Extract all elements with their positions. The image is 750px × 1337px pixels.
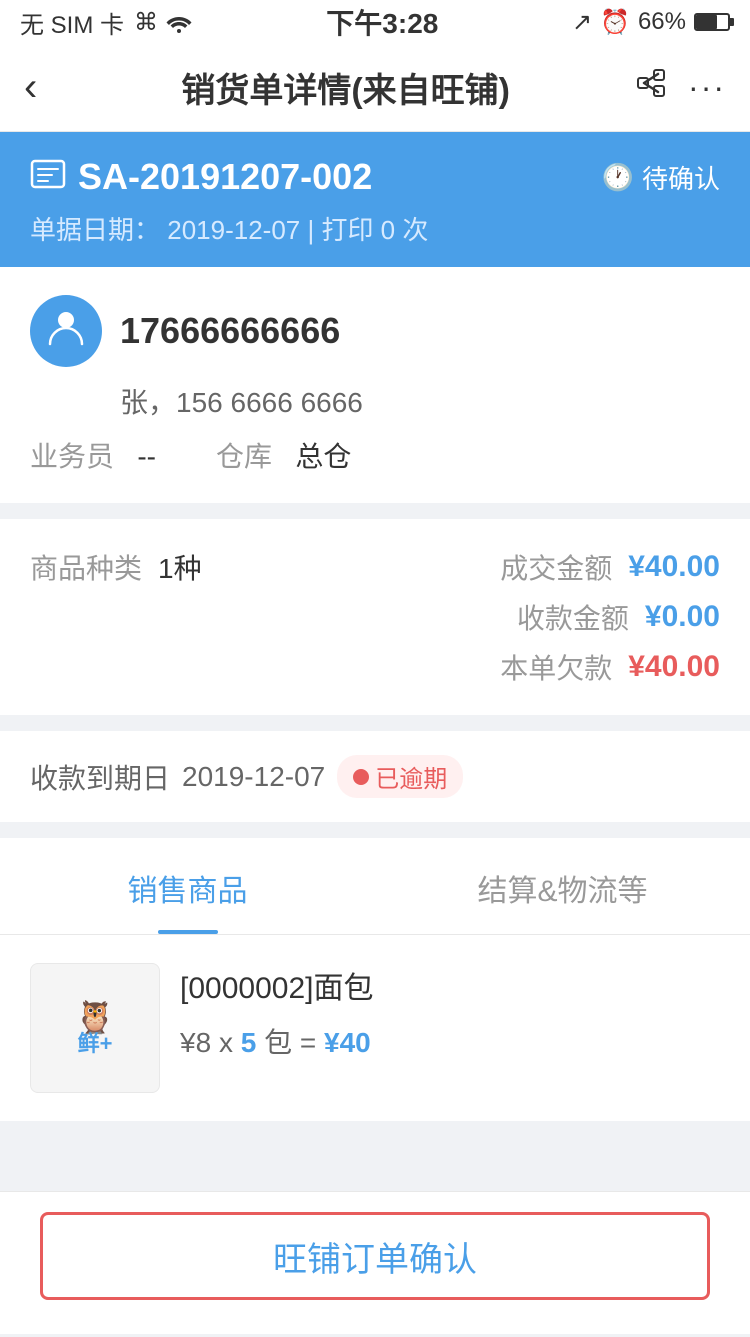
owed-label: 本单欠款 [500, 647, 612, 687]
product-unit: 包 [264, 1027, 292, 1058]
due-date-label: 收款到期日 [30, 757, 170, 797]
avatar-icon [44, 304, 88, 358]
customer-phone: 17666666666 [120, 310, 340, 352]
battery-icon [694, 13, 730, 31]
due-date-section: 收款到期日 2019-12-07 已逾期 [0, 731, 750, 822]
product-thumbnail: 🦉 鲜+ [30, 963, 160, 1093]
nav-bar: ‹ 销货单详情(来自旺铺) ··· [0, 44, 750, 132]
customer-section: 17666666666 张，156 6666 6666 业务员 -- 仓库 总仓 [0, 267, 750, 503]
status-left: 无 SIM 卡 ⌘ [20, 5, 193, 40]
order-date: 单据日期： 2019-12-07 | 打印 0 次 [30, 210, 720, 247]
page-title: 销货单详情(来自旺铺) [57, 63, 634, 112]
avatar [30, 295, 102, 367]
unit-price: ¥8 [180, 1027, 211, 1058]
order-id-icon [30, 156, 66, 198]
multiply-sign: x [219, 1027, 241, 1058]
status-bar: 无 SIM 卡 ⌘ 下午3:28 ↗ ⏰ 66% [0, 0, 750, 44]
tab-section: 销售商品 结算&物流等 🦉 鲜+ [0000002]面包 ¥8 x 5 包 = … [0, 838, 750, 1121]
deal-amount-label: 成交金额 [500, 547, 612, 587]
warehouse-label: 仓库 [216, 441, 272, 472]
sales-label: 业务员 [30, 441, 114, 472]
status-time: 下午3:28 [326, 2, 438, 42]
customer-name: 张，156 6666 6666 [120, 381, 720, 421]
warehouse-value: 总仓 [295, 441, 351, 472]
location-icon: ↗ [572, 8, 592, 37]
tabs: 销售商品 结算&物流等 [0, 838, 750, 935]
bottom-bar: 旺铺订单确认 [0, 1191, 750, 1334]
alarm-icon: ⏰ [600, 8, 630, 37]
owed-amount-value: ¥40.00 [628, 650, 720, 684]
deal-amount-value: ¥40.00 [628, 550, 720, 584]
product-info: [0000002]面包 ¥8 x 5 包 = ¥40 [180, 963, 720, 1061]
summary-amounts: 成交金额 ¥40.00 收款金额 ¥0.00 本单欠款 ¥40.00 [500, 547, 720, 687]
battery-label: 66% [638, 8, 686, 36]
more-icon[interactable]: ··· [688, 69, 726, 106]
received-amount-value: ¥0.00 [645, 600, 720, 634]
order-id-text: SA-20191207-002 [78, 156, 372, 198]
status-right: ↗ ⏰ 66% [572, 8, 730, 37]
overdue-badge: 已逾期 [337, 755, 463, 798]
nav-actions: ··· [634, 66, 726, 109]
tab-settlement[interactable]: 结算&物流等 [375, 838, 750, 934]
product-item: 🦉 鲜+ [0000002]面包 ¥8 x 5 包 = ¥40 [0, 935, 750, 1121]
category-value: 1种 [158, 547, 202, 587]
status-text: 待确认 [642, 159, 720, 196]
category-label: 商品种类 [30, 547, 142, 587]
product-name: [0000002]面包 [180, 963, 720, 1007]
product-qty: 5 [241, 1027, 257, 1058]
customer-meta: 业务员 -- 仓库 总仓 [30, 435, 720, 475]
overdue-label: 已逾期 [375, 759, 447, 794]
tab-products[interactable]: 销售商品 [0, 838, 375, 934]
product-logo: 🦉 鲜+ [75, 1001, 115, 1055]
summary-section: 商品种类 1种 成交金额 ¥40.00 收款金额 ¥0.00 本单欠款 ¥40.… [0, 519, 750, 715]
received-label: 收款金额 [517, 597, 629, 637]
sales-value: -- [137, 441, 156, 472]
order-banner: SA-20191207-002 🕐 待确认 单据日期： 2019-12-07 |… [0, 132, 750, 267]
status-clock-icon: 🕐 [602, 162, 634, 193]
product-price: ¥8 x 5 包 = ¥40 [180, 1021, 720, 1061]
equals-sign: = [300, 1027, 324, 1058]
carrier-label: 无 SIM 卡 [20, 5, 124, 40]
overdue-dot-icon [353, 769, 369, 785]
share-icon[interactable] [634, 66, 668, 109]
confirm-button[interactable]: 旺铺订单确认 [40, 1212, 710, 1300]
wifi-icon: ⌘ [134, 8, 193, 37]
order-status: 🕐 待确认 [602, 159, 720, 196]
due-date-value: 2019-12-07 [182, 761, 325, 793]
back-button[interactable]: ‹ [24, 65, 37, 110]
product-total: ¥40 [324, 1027, 371, 1058]
